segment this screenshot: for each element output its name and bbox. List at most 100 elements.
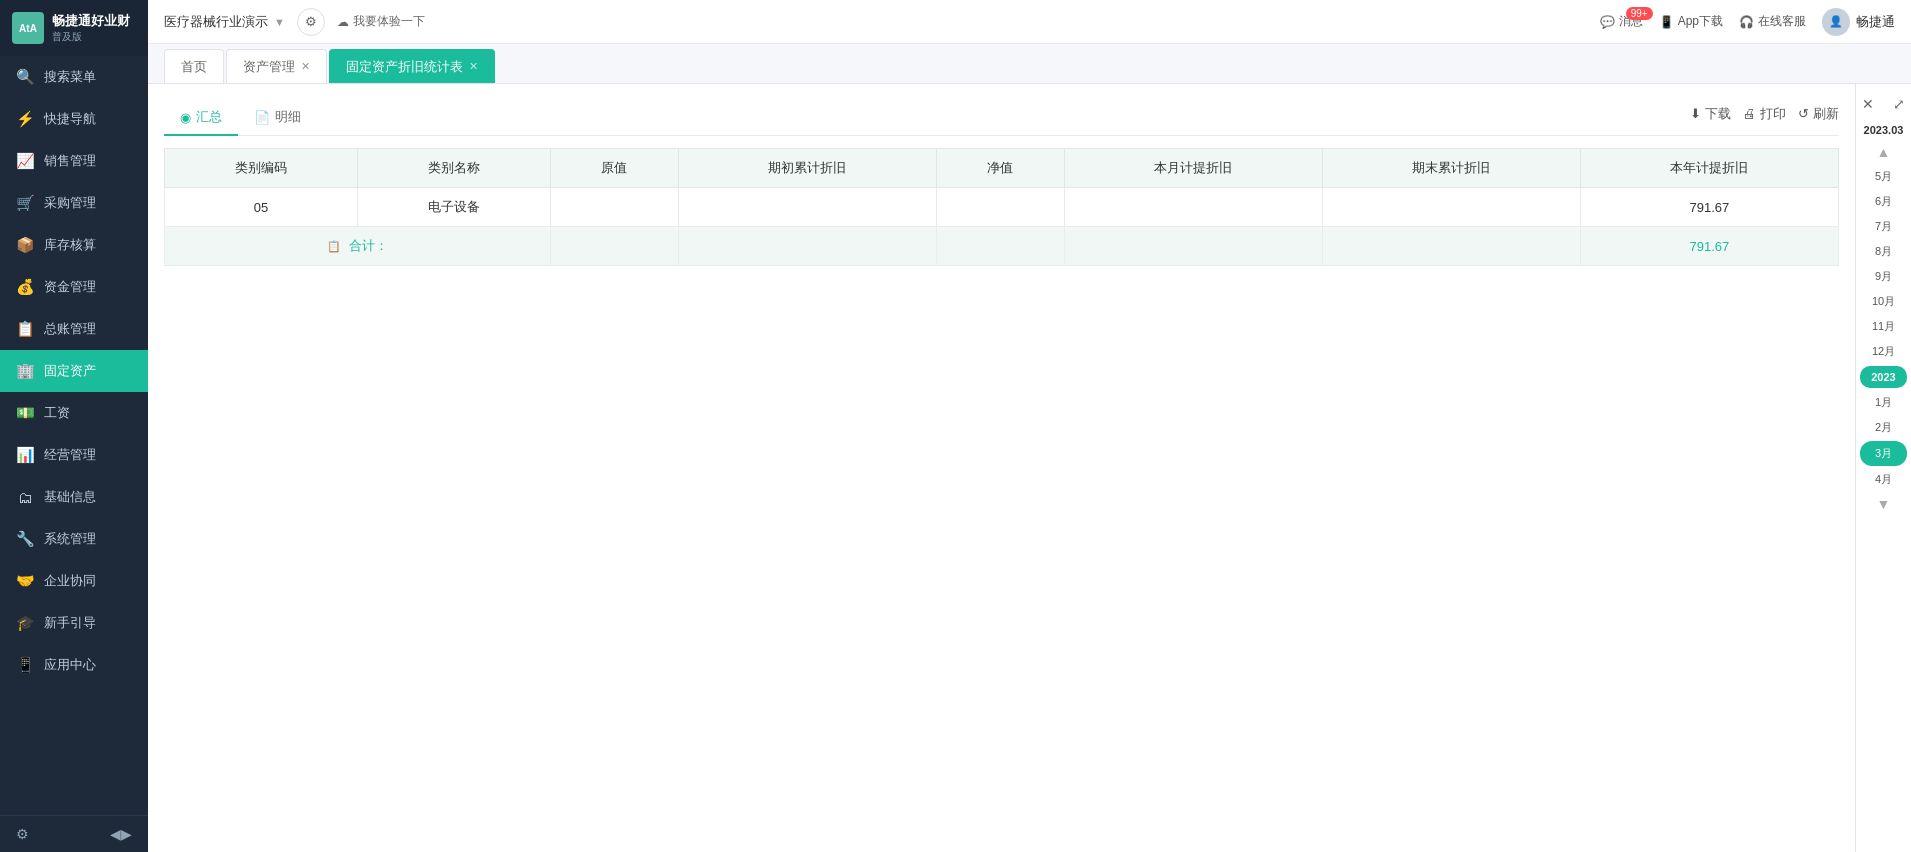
tab-bar: 首页 资产管理 ✕ 固定资产折旧统计表 ✕ [148, 44, 1911, 84]
summary-label: 📋 合计： [165, 227, 551, 266]
panel-expand-icon[interactable]: ⤢ [1893, 96, 1905, 112]
refresh-icon: ↺ [1798, 106, 1809, 121]
sidebar-item-enterprise[interactable]: 🤝 企业协同 [0, 560, 148, 602]
operations-icon: 📊 [16, 446, 34, 464]
month-10[interactable]: 10月 [1856, 289, 1911, 314]
month-11[interactable]: 11月 [1856, 314, 1911, 339]
month-7[interactable]: 7月 [1856, 214, 1911, 239]
row-monthly-depr [1064, 188, 1322, 227]
month-5[interactable]: 5月 [1856, 164, 1911, 189]
year-2023-marker: 2023 [1860, 366, 1907, 388]
month-12[interactable]: 12月 [1856, 339, 1911, 364]
detail-icon: 📄 [254, 110, 270, 125]
summary-monthly-depr [1064, 227, 1322, 266]
sidebar-item-appstore[interactable]: 📱 应用中心 [0, 644, 148, 686]
row-end-depr [1322, 188, 1580, 227]
month-4[interactable]: 4月 [1856, 467, 1911, 492]
toolbar: ⬇ 下载 🖨 打印 ↺ 刷新 [1690, 105, 1839, 131]
sidebar-item-label: 销售管理 [44, 152, 96, 170]
summary-end-depr [1322, 227, 1580, 266]
scroll-up-button[interactable]: ▲ [1856, 140, 1911, 164]
download-button[interactable]: ⬇ 下载 [1690, 105, 1731, 123]
sidebar-item-label: 企业协同 [44, 572, 96, 590]
month-8[interactable]: 8月 [1856, 239, 1911, 264]
print-icon: 🖨 [1743, 106, 1756, 121]
summary-icon: ◉ [180, 110, 191, 125]
search-icon: 🔍 [16, 68, 34, 86]
refresh-button[interactable]: ↺ 刷新 [1798, 105, 1839, 123]
tab-home[interactable]: 首页 [164, 49, 224, 83]
sidebar-item-system[interactable]: 🔧 系统管理 [0, 518, 148, 560]
tab-depreciation-table[interactable]: 固定资产折旧统计表 ✕ [329, 49, 495, 83]
sidebar-item-inventory[interactable]: 📦 库存核算 [0, 224, 148, 266]
sidebar-item-search[interactable]: 🔍 搜索菜单 [0, 56, 148, 98]
user-menu[interactable]: 👤 畅捷通 [1822, 8, 1895, 36]
sidebar-item-label: 新手引导 [44, 614, 96, 632]
sidebar-item-label: 采购管理 [44, 194, 96, 212]
row-net-value [936, 188, 1064, 227]
sidebar-item-label: 基础信息 [44, 488, 96, 506]
sub-tab-detail[interactable]: 📄 明细 [238, 100, 317, 136]
row-name: 电子设备 [357, 188, 550, 227]
summary-annual-depr: 791.67 [1580, 227, 1838, 266]
summary-row: 📋 合计： 791.67 [165, 227, 1839, 266]
settings-icon[interactable]: ⚙ [16, 826, 29, 842]
fixed-assets-icon: 🏢 [16, 362, 34, 380]
row-original [550, 188, 678, 227]
message-button[interactable]: 💬 消息 99+ [1600, 13, 1643, 30]
settings-button[interactable]: ⚙ [297, 8, 325, 36]
sidebar-item-guide[interactable]: 🎓 新手引导 [0, 602, 148, 644]
sidebar-item-label: 总账管理 [44, 320, 96, 338]
tab-asset-mgmt-close[interactable]: ✕ [301, 60, 310, 73]
sidebar-item-label: 资金管理 [44, 278, 96, 296]
row-initial-depr [678, 188, 936, 227]
sidebar-item-payroll[interactable]: 💵 工资 [0, 392, 148, 434]
collapse-icon[interactable]: ◀▶ [110, 826, 132, 842]
gear-icon: ⚙ [305, 14, 317, 29]
customer-service-button[interactable]: 🎧 在线客服 [1739, 13, 1806, 30]
sidebar-item-base-info[interactable]: 🗂 基础信息 [0, 476, 148, 518]
topbar: 医疗器械行业演示 ▼ ⚙ ☁ 我要体验一下 💬 消息 99+ 📱 App下载 🎧… [148, 0, 1911, 44]
sub-tab-summary[interactable]: ◉ 汇总 [164, 100, 238, 136]
panel-header: ✕ ⤢ [1856, 92, 1911, 116]
sidebar-item-operations[interactable]: 📊 经营管理 [0, 434, 148, 476]
panel-close-icon[interactable]: ✕ [1862, 96, 1874, 112]
summary-initial-depr [678, 227, 936, 266]
month-2[interactable]: 2月 [1856, 415, 1911, 440]
month-6[interactable]: 6月 [1856, 189, 1911, 214]
month-1[interactable]: 1月 [1856, 390, 1911, 415]
sidebar-item-ledger[interactable]: 📋 总账管理 [0, 308, 148, 350]
message-badge: 99+ [1626, 7, 1653, 20]
sidebar-item-fixed-assets[interactable]: 🏢 固定资产 [0, 350, 148, 392]
download-icon: 📱 [1659, 15, 1674, 29]
scroll-down-button[interactable]: ▼ [1856, 492, 1911, 516]
company-name: 医疗器械行业演示 [164, 13, 268, 31]
sidebar-item-purchase[interactable]: 🛒 采购管理 [0, 182, 148, 224]
sidebar-item-label: 库存核算 [44, 236, 96, 254]
month-9[interactable]: 9月 [1856, 264, 1911, 289]
dropdown-icon: ▼ [274, 16, 285, 28]
sidebar-item-quicknav[interactable]: ⚡ 快捷导航 [0, 98, 148, 140]
experience-button[interactable]: ☁ 我要体验一下 [337, 13, 425, 30]
sidebar-nav: 🔍 搜索菜单 ⚡ 快捷导航 📈 销售管理 🛒 采购管理 📦 库存核算 💰 资金管… [0, 56, 148, 815]
tab-asset-mgmt[interactable]: 资产管理 ✕ [226, 49, 327, 83]
sidebar-item-funds[interactable]: 💰 资金管理 [0, 266, 148, 308]
sidebar-item-sales[interactable]: 📈 销售管理 [0, 140, 148, 182]
message-icon: 💬 [1600, 15, 1615, 29]
sidebar-item-label: 经营管理 [44, 446, 96, 464]
tab-depreciation-close[interactable]: ✕ [469, 60, 478, 73]
payroll-icon: 💵 [16, 404, 34, 422]
print-button[interactable]: 🖨 打印 [1743, 105, 1786, 123]
service-icon: 🎧 [1739, 15, 1754, 29]
enterprise-icon: 🤝 [16, 572, 34, 590]
sidebar: AtA 畅捷通好业财 普及版 🔍 搜索菜单 ⚡ 快捷导航 📈 销售管理 🛒 采购… [0, 0, 148, 852]
inventory-icon: 📦 [16, 236, 34, 254]
month-3-active[interactable]: 3月 [1860, 441, 1907, 466]
sidebar-footer: ⚙ ◀▶ [0, 815, 148, 852]
app-download-button[interactable]: 📱 App下载 [1659, 13, 1723, 30]
company-selector[interactable]: 医疗器械行业演示 ▼ [164, 13, 285, 31]
sidebar-item-label: 快捷导航 [44, 110, 96, 128]
avatar: 👤 [1822, 8, 1850, 36]
ledger-icon: 📋 [16, 320, 34, 338]
sales-icon: 📈 [16, 152, 34, 170]
